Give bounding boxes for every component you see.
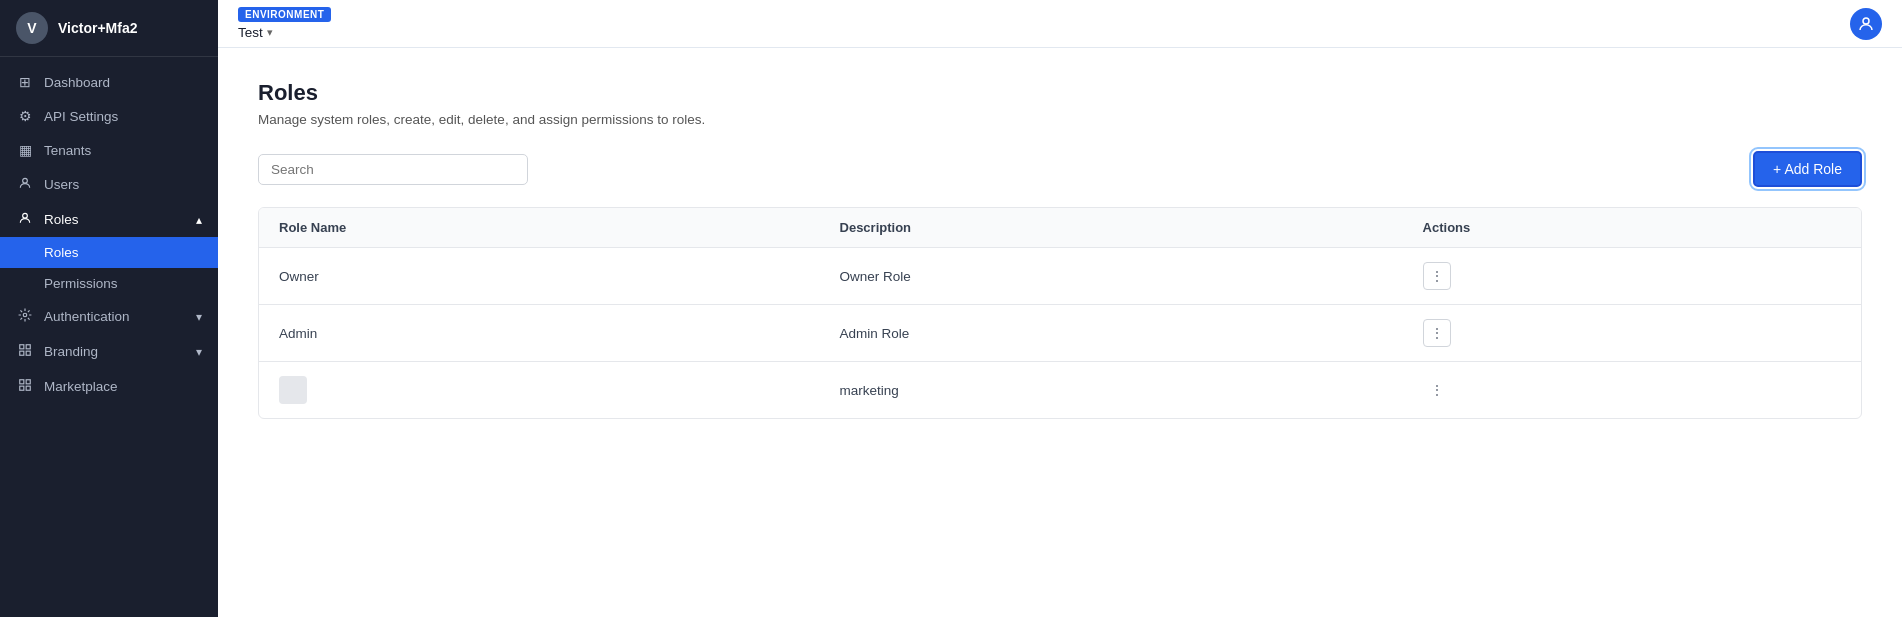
topbar: ENVIRONMENT Test ▾ bbox=[218, 0, 1902, 48]
sidebar-item-roles[interactable]: Roles ▴ bbox=[0, 202, 218, 237]
marketplace-icon bbox=[16, 378, 34, 395]
svg-point-2 bbox=[23, 313, 27, 317]
toolbar: + Add Role bbox=[258, 151, 1862, 187]
users-icon bbox=[16, 176, 34, 193]
org-name: Victor+Mfa2 bbox=[58, 20, 138, 36]
branding-chevron-icon: ▾ bbox=[196, 345, 202, 359]
content-area: Roles Manage system roles, create, edit,… bbox=[218, 48, 1902, 617]
add-role-button[interactable]: + Add Role bbox=[1753, 151, 1862, 187]
role-description-cell: Owner Role bbox=[820, 248, 1403, 305]
sidebar-item-api-settings[interactable]: ⚙ API Settings bbox=[0, 99, 218, 133]
svg-rect-6 bbox=[26, 351, 30, 355]
sidebar-item-label: Roles bbox=[44, 212, 79, 227]
role-name-cell bbox=[259, 362, 820, 419]
sidebar-item-permissions-sub[interactable]: Permissions bbox=[0, 268, 218, 299]
col-role-name: Role Name bbox=[259, 208, 820, 248]
sidebar-item-label: Authentication bbox=[44, 309, 130, 324]
svg-rect-7 bbox=[20, 380, 24, 384]
search-input[interactable] bbox=[258, 154, 528, 185]
table-body: Owner Owner Role ⋮ Admin Admin Role ⋮ bbox=[259, 248, 1861, 419]
sidebar-item-tenants[interactable]: ▦ Tenants bbox=[0, 133, 218, 167]
user-profile-icon[interactable] bbox=[1850, 8, 1882, 40]
sidebar-item-label: Dashboard bbox=[44, 75, 110, 90]
table-row: marketing ⋮ bbox=[259, 362, 1861, 419]
svg-rect-9 bbox=[20, 386, 24, 390]
branding-icon bbox=[16, 343, 34, 360]
svg-rect-8 bbox=[26, 380, 30, 384]
dashboard-icon: ⊞ bbox=[16, 74, 34, 90]
sidebar-header[interactable]: V Victor+Mfa2 bbox=[0, 0, 218, 57]
role-name-cell: Admin bbox=[259, 305, 820, 362]
col-description: Description bbox=[820, 208, 1403, 248]
sidebar-item-dashboard[interactable]: ⊞ Dashboard bbox=[0, 65, 218, 99]
actions-cell: ⋮ bbox=[1403, 362, 1861, 419]
table-row: Admin Admin Role ⋮ bbox=[259, 305, 1861, 362]
actions-cell: ⋮ bbox=[1403, 248, 1861, 305]
role-description-cell: Admin Role bbox=[820, 305, 1403, 362]
col-actions: Actions bbox=[1403, 208, 1861, 248]
svg-rect-5 bbox=[20, 351, 24, 355]
avatar: V bbox=[16, 12, 48, 44]
sidebar-item-authentication[interactable]: Authentication ▾ bbox=[0, 299, 218, 334]
sidebar-item-roles-sub[interactable]: Roles bbox=[0, 237, 218, 268]
row-actions-button[interactable]: ⋮ bbox=[1423, 262, 1451, 290]
sidebar-item-label: Branding bbox=[44, 344, 98, 359]
role-name-cell: Owner bbox=[259, 248, 820, 305]
topbar-right bbox=[1850, 8, 1882, 40]
roles-chevron-icon: ▴ bbox=[196, 213, 202, 227]
svg-point-1 bbox=[23, 213, 28, 218]
env-chevron-icon: ▾ bbox=[267, 26, 273, 39]
sidebar-item-label: Tenants bbox=[44, 143, 91, 158]
table-row: Owner Owner Role ⋮ bbox=[259, 248, 1861, 305]
svg-rect-4 bbox=[26, 345, 30, 349]
actions-cell: ⋮ bbox=[1403, 305, 1861, 362]
table-header: Role Name Description Actions bbox=[259, 208, 1861, 248]
sidebar-sub-label: Roles bbox=[44, 245, 79, 260]
row-actions-button[interactable]: ⋮ bbox=[1423, 376, 1451, 404]
role-description-cell: marketing bbox=[820, 362, 1403, 419]
env-name: Test bbox=[238, 25, 263, 40]
svg-rect-3 bbox=[20, 345, 24, 349]
environment-badge: ENVIRONMENT bbox=[238, 7, 331, 22]
svg-point-11 bbox=[1863, 18, 1869, 24]
authentication-icon bbox=[16, 308, 34, 325]
svg-point-0 bbox=[23, 178, 28, 183]
roles-table: Role Name Description Actions Owner Owne… bbox=[259, 208, 1861, 418]
authentication-chevron-icon: ▾ bbox=[196, 310, 202, 324]
page-description: Manage system roles, create, edit, delet… bbox=[258, 112, 1862, 127]
add-role-label: + Add Role bbox=[1773, 161, 1842, 177]
role-icon-placeholder bbox=[279, 376, 307, 404]
sidebar-item-marketplace[interactable]: Marketplace bbox=[0, 369, 218, 404]
roles-table-container: Role Name Description Actions Owner Owne… bbox=[258, 207, 1862, 419]
roles-icon bbox=[16, 211, 34, 228]
main-area: ENVIRONMENT Test ▾ Roles Manage system r… bbox=[218, 0, 1902, 617]
env-section: ENVIRONMENT Test ▾ bbox=[238, 7, 331, 40]
api-settings-icon: ⚙ bbox=[16, 108, 34, 124]
env-selector[interactable]: Test ▾ bbox=[238, 25, 331, 40]
tenants-icon: ▦ bbox=[16, 142, 34, 158]
sidebar-item-label: API Settings bbox=[44, 109, 118, 124]
sidebar-item-branding[interactable]: Branding ▾ bbox=[0, 334, 218, 369]
topbar-left: ENVIRONMENT Test ▾ bbox=[238, 7, 331, 40]
sidebar-item-label: Users bbox=[44, 177, 79, 192]
sidebar: V Victor+Mfa2 ⊞ Dashboard ⚙ API Settings… bbox=[0, 0, 218, 617]
sidebar-sub-label: Permissions bbox=[44, 276, 118, 291]
svg-rect-10 bbox=[26, 386, 30, 390]
sidebar-item-label: Marketplace bbox=[44, 379, 118, 394]
page-title: Roles bbox=[258, 80, 1862, 106]
sidebar-item-users[interactable]: Users bbox=[0, 167, 218, 202]
sidebar-nav: ⊞ Dashboard ⚙ API Settings ▦ Tenants Use… bbox=[0, 57, 218, 617]
row-actions-button[interactable]: ⋮ bbox=[1423, 319, 1451, 347]
